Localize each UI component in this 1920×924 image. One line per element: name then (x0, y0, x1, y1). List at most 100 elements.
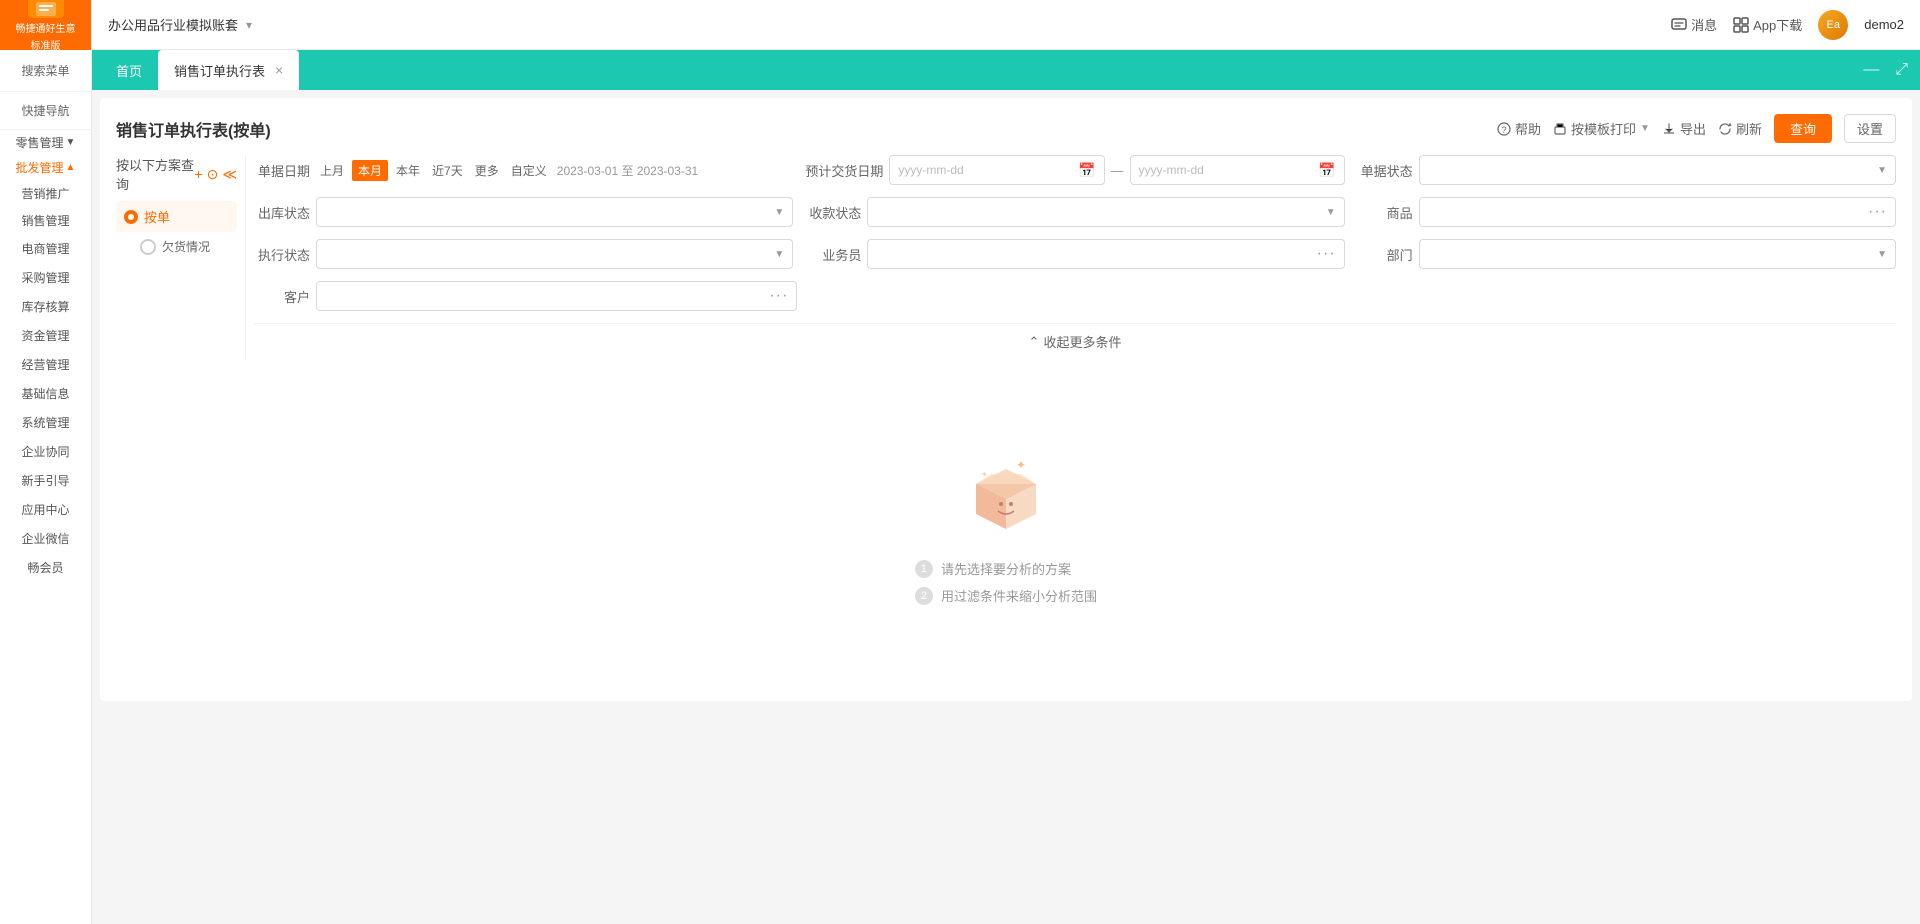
sidebar-item-inventory[interactable]: 库存核算 (0, 292, 91, 321)
date-tab-this-month[interactable]: 本月 (352, 160, 388, 181)
refresh-label: 刷新 (1736, 119, 1762, 138)
tab-home-label: 首页 (116, 61, 142, 80)
print-button[interactable]: 按模板打印 ▼ (1553, 119, 1650, 138)
tab-expand-button[interactable]: ⤢ (1891, 57, 1912, 83)
tab-sales-execution[interactable]: 销售订单执行表 × (158, 50, 299, 90)
collapse-filter-button[interactable]: ≪ (222, 166, 237, 183)
filter-row-3: 执行状态 ▼ 业务员 ··· (254, 239, 1896, 269)
help-button[interactable]: ? 帮助 (1497, 119, 1541, 138)
search-label: 搜索菜单 (6, 58, 85, 83)
page-container: 销售订单执行表(按单) ? 帮助 按模板打印 (100, 98, 1912, 701)
empty-tip-2: 2 用过滤条件来缩小分析范围 (915, 586, 1097, 605)
execute-arrow: ▼ (774, 249, 784, 260)
svg-text:✦: ✦ (1016, 458, 1026, 472)
date-tab-7days[interactable]: 近7天 (428, 160, 467, 181)
newcomer-label: 新手引导 (21, 472, 69, 489)
tab-close-button[interactable]: × (275, 62, 283, 78)
enterprise-label: 企业协同 (21, 443, 69, 460)
add-filter-button[interactable]: + (194, 166, 202, 182)
sidebar-sub-marketing[interactable]: 营销推广 (0, 180, 91, 207)
sidebar-item-ecommerce[interactable]: 电商管理 (0, 234, 91, 263)
filter-sidebar: 按以下方案查询 + ⊙ ≪ 按单 欠货情况 (116, 155, 246, 359)
user-name[interactable]: demo2 (1864, 17, 1904, 32)
wholesale-arrow: ▲ (66, 162, 76, 173)
execute-status-select[interactable]: ▼ (316, 239, 793, 269)
sidebar-item-basic-info[interactable]: 基础信息 (0, 379, 91, 408)
settings-button[interactable]: 设置 (1844, 114, 1896, 143)
date-tab-this-year[interactable]: 本年 (392, 160, 424, 181)
predicted-date-end[interactable]: yyyy-mm-dd 📅 (1130, 155, 1345, 185)
salesman-select[interactable]: ··· (867, 239, 1344, 269)
sidebar-item-system[interactable]: 系统管理 (0, 408, 91, 437)
collect-status-select[interactable]: ▼ (867, 197, 1344, 227)
product-label: 商品 (1357, 203, 1413, 222)
date-tab-last-month[interactable]: 上月 (316, 160, 348, 181)
shortage-label: 欠货情况 (162, 238, 210, 255)
date-tab-custom[interactable]: 自定义 (507, 160, 551, 181)
topbar-right: 消息 App下载 Ea demo2 (1671, 10, 1904, 40)
single-status-label: 单据状态 (1357, 161, 1413, 180)
refresh-button[interactable]: 刷新 (1718, 119, 1762, 138)
message-button[interactable]: 消息 (1671, 15, 1717, 34)
topbar-arrow[interactable]: ▾ (246, 18, 252, 32)
tab-home[interactable]: 首页 (100, 50, 158, 90)
app-logo[interactable]: 畅捷通好生意 标准版 (0, 0, 91, 50)
filter-menu-shortage[interactable]: 欠货情况 (116, 232, 237, 261)
sidebar-item-wholesale-mgmt[interactable]: 批发管理 ▲ (0, 155, 91, 180)
refresh-icon (1718, 122, 1732, 136)
help-label: 帮助 (1515, 119, 1541, 138)
page-title: 销售订单执行表(按单) (116, 117, 271, 141)
topbar-title: 办公用品行业模拟账套 (108, 15, 238, 34)
print-arrow: ▼ (1640, 123, 1650, 134)
predicted-date-start[interactable]: yyyy-mm-dd 📅 (889, 155, 1104, 185)
operations-label: 经营管理 (21, 356, 69, 373)
department-select[interactable]: ▼ (1419, 239, 1896, 269)
sidebar-item-finance[interactable]: 资金管理 (0, 321, 91, 350)
department-group: 部门 ▼ (1357, 239, 1896, 269)
tip-text-2: 用过滤条件来缩小分析范围 (941, 586, 1097, 605)
date-tab-more[interactable]: 更多 (471, 160, 503, 181)
sidebar-search[interactable]: 搜索菜单 (0, 50, 91, 92)
sidebar-item-retail-mgmt[interactable]: 零售管理 ▼ (0, 130, 91, 155)
message-label: 消息 (1691, 15, 1717, 34)
app-center-label: 应用中心 (21, 501, 69, 518)
sidebar-item-wechat[interactable]: 企业微信 (0, 524, 91, 553)
sidebar-item-operations[interactable]: 经营管理 (0, 350, 91, 379)
user-avatar[interactable]: Ea (1818, 10, 1848, 40)
single-status-select[interactable]: ▼ (1419, 155, 1896, 185)
filter-menu-by-order[interactable]: 按单 (116, 201, 237, 232)
export-button[interactable]: 导出 (1662, 119, 1706, 138)
product-select[interactable]: ··· (1419, 197, 1896, 227)
main-area: 办公用品行业模拟账套 ▾ 消息 App下载 Ea d (92, 0, 1920, 924)
app-download-button[interactable]: App下载 (1733, 15, 1802, 34)
product-dots: ··· (1868, 203, 1887, 221)
sidebar-item-purchase[interactable]: 采购管理 (0, 263, 91, 292)
tabbar: 首页 销售订单执行表 × — ⤢ (92, 50, 1920, 90)
filter-sidebar-title: 按以下方案查询 (116, 155, 194, 193)
collapse-button[interactable]: ⌃ 收起更多条件 (254, 323, 1896, 359)
edit-filter-button[interactable]: ⊙ (207, 166, 219, 183)
wechat-label: 企业微信 (21, 530, 69, 547)
svg-text:✦: ✦ (981, 470, 988, 479)
sales-label: 销售管理 (21, 214, 69, 228)
collect-status-group: 收款状态 ▼ (805, 197, 1344, 227)
tab-minimize-button[interactable]: — (1859, 57, 1883, 83)
date-start-placeholder: yyyy-mm-dd (898, 163, 963, 177)
query-button[interactable]: 查询 (1774, 114, 1832, 143)
outstock-status-select[interactable]: ▼ (316, 197, 793, 227)
collect-status-label: 收款状态 (805, 203, 861, 222)
topbar: 办公用品行业模拟账套 ▾ 消息 App下载 Ea d (92, 0, 1920, 50)
export-icon (1662, 122, 1676, 136)
sidebar-sub-sales[interactable]: 销售管理 (0, 207, 91, 234)
shortage-circle (140, 239, 156, 255)
sidebar-item-member[interactable]: 畅会员 (0, 553, 91, 582)
sidebar-quick-nav[interactable]: 快捷导航 (0, 92, 91, 130)
customer-group: 客户 ··· (254, 281, 797, 311)
sidebar-item-newcomer[interactable]: 新手引导 (0, 466, 91, 495)
sidebar-item-enterprise[interactable]: 企业协同 (0, 437, 91, 466)
customer-select[interactable]: ··· (316, 281, 797, 311)
outstock-status-label: 出库状态 (254, 203, 310, 222)
active-dot (124, 210, 138, 224)
sidebar-item-app-center[interactable]: 应用中心 (0, 495, 91, 524)
basic-info-label: 基础信息 (21, 385, 69, 402)
